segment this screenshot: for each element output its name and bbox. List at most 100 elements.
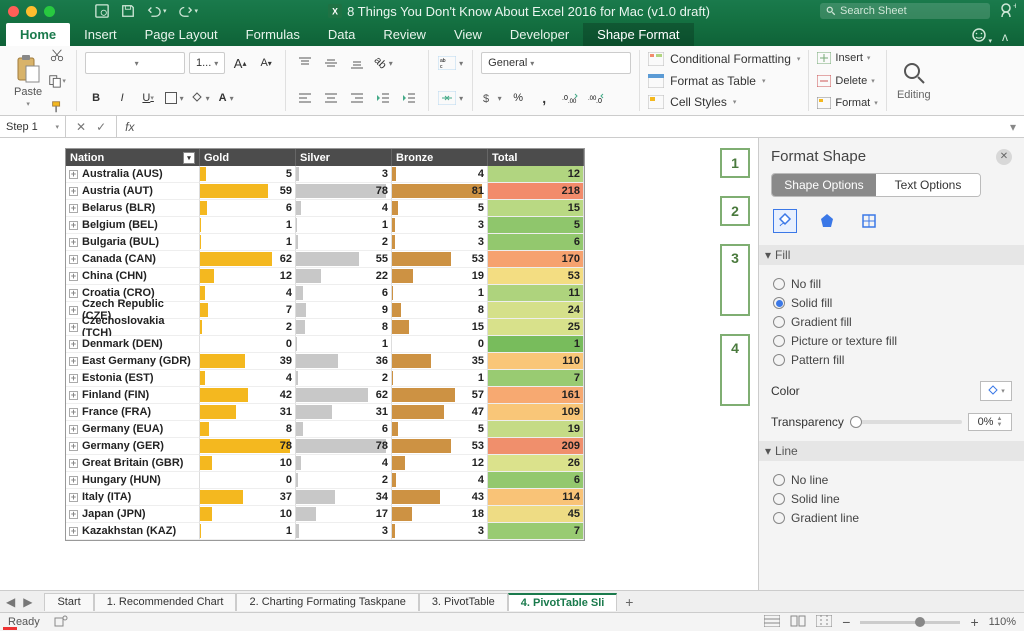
- slicer-step-1[interactable]: 1: [720, 148, 750, 178]
- size-properties-tab-icon[interactable]: [857, 209, 881, 233]
- share-icon[interactable]: +: [1000, 2, 1016, 21]
- line-section-header[interactable]: ▾Line: [759, 441, 1024, 461]
- header-gold[interactable]: Gold: [200, 149, 296, 166]
- maximize-window[interactable]: [44, 6, 55, 17]
- worksheet-area[interactable]: Nation▾ Gold Silver Bronze Total +Austra…: [0, 138, 758, 590]
- merge-cells-icon[interactable]: [437, 87, 464, 109]
- table-row[interactable]: +Italy (ITA)373443114: [66, 489, 584, 506]
- table-row[interactable]: +Canada (CAN)625553170: [66, 251, 584, 268]
- table-row[interactable]: +Austria (AUT)597881218: [66, 183, 584, 200]
- align-top-icon[interactable]: [294, 52, 316, 74]
- comma-icon[interactable]: ,: [533, 87, 555, 109]
- fill-section-header[interactable]: ▾Fill: [759, 245, 1024, 265]
- conditional-formatting-button[interactable]: Conditional Formatting: [670, 52, 791, 66]
- fill-option-solid-fill[interactable]: Solid fill: [773, 296, 1010, 310]
- tell-me-icon[interactable]: ▾: [971, 27, 992, 46]
- fill-color-button[interactable]: [189, 87, 211, 109]
- font-size-select[interactable]: 1...: [189, 52, 225, 74]
- number-format-select[interactable]: General: [481, 52, 631, 74]
- expand-icon[interactable]: +: [69, 221, 78, 230]
- expand-icon[interactable]: +: [69, 204, 78, 213]
- search-sheet-input[interactable]: Search Sheet: [820, 3, 990, 19]
- orientation-icon[interactable]: ab: [372, 52, 394, 74]
- table-row[interactable]: +East Germany (GDR)393635110: [66, 353, 584, 370]
- table-row[interactable]: +Germany (EUA)86519: [66, 421, 584, 438]
- sheet-tab[interactable]: 4. PivotTable Sli: [508, 593, 618, 611]
- ribbon-tab-view[interactable]: View: [440, 23, 496, 46]
- increase-font-icon[interactable]: A▴: [229, 52, 251, 74]
- transparency-slider[interactable]: [850, 420, 962, 424]
- copy-icon[interactable]: ▾: [46, 70, 68, 92]
- header-bronze[interactable]: Bronze: [392, 149, 488, 166]
- table-row[interactable]: +Czechoslovakia (TCH)281525: [66, 319, 584, 336]
- expand-icon[interactable]: +: [69, 476, 78, 485]
- italic-button[interactable]: I: [111, 87, 133, 109]
- align-bottom-icon[interactable]: [346, 52, 368, 74]
- align-left-icon[interactable]: [294, 87, 316, 109]
- expand-icon[interactable]: +: [69, 289, 78, 298]
- decrease-decimal-icon[interactable]: .00.0: [585, 87, 607, 109]
- macro-record-icon[interactable]: [54, 614, 68, 631]
- zoom-out-icon[interactable]: −: [842, 614, 850, 630]
- add-sheet-button[interactable]: +: [619, 594, 639, 610]
- autosave-icon[interactable]: [95, 4, 109, 18]
- close-window[interactable]: [8, 6, 19, 17]
- fill-option-gradient-fill[interactable]: Gradient fill: [773, 315, 1010, 329]
- scroll-tabs-right-icon[interactable]: ▶: [23, 595, 32, 609]
- increase-decimal-icon[interactable]: .0.00: [559, 87, 581, 109]
- expand-icon[interactable]: +: [69, 442, 78, 451]
- ribbon-tab-review[interactable]: Review: [369, 23, 440, 46]
- table-row[interactable]: +Australia (AUS)53412: [66, 166, 584, 183]
- align-middle-icon[interactable]: [320, 52, 342, 74]
- font-color-button[interactable]: A: [215, 87, 237, 109]
- delete-cells-button[interactable]: Delete: [835, 75, 867, 87]
- ribbon-tab-insert[interactable]: Insert: [70, 23, 131, 46]
- expand-icon[interactable]: +: [69, 306, 78, 315]
- expand-icon[interactable]: +: [69, 527, 78, 536]
- normal-view-icon[interactable]: [764, 615, 780, 630]
- expand-icon[interactable]: +: [69, 493, 78, 502]
- ribbon-tab-developer[interactable]: Developer: [496, 23, 583, 46]
- undo-icon[interactable]: ▾: [147, 4, 167, 18]
- table-row[interactable]: +China (CHN)12221953: [66, 268, 584, 285]
- expand-icon[interactable]: +: [69, 323, 78, 332]
- enter-formula-icon[interactable]: ✓: [96, 120, 106, 134]
- expand-icon[interactable]: +: [69, 391, 78, 400]
- fill-line-tab-icon[interactable]: [773, 209, 797, 233]
- expand-icon[interactable]: +: [69, 238, 78, 247]
- expand-formula-bar-icon[interactable]: ▾: [1002, 120, 1024, 134]
- header-total[interactable]: Total: [488, 149, 584, 166]
- table-row[interactable]: +Estonia (EST)4217: [66, 370, 584, 387]
- fill-color-picker[interactable]: ▾: [980, 381, 1012, 401]
- name-box[interactable]: Step 1▾: [0, 116, 66, 137]
- scroll-tabs-left-icon[interactable]: ◀: [6, 595, 15, 609]
- wrap-text-icon[interactable]: abc: [437, 52, 464, 74]
- redo-icon[interactable]: ▾: [179, 4, 199, 18]
- table-row[interactable]: +Great Britain (GBR)1041226: [66, 455, 584, 472]
- expand-icon[interactable]: +: [69, 255, 78, 264]
- ribbon-tab-shape-format[interactable]: Shape Format: [583, 23, 693, 46]
- fill-option-no-fill[interactable]: No fill: [773, 277, 1010, 291]
- bold-button[interactable]: B: [85, 87, 107, 109]
- line-option-no-line[interactable]: No line: [773, 473, 1010, 487]
- expand-icon[interactable]: +: [69, 272, 78, 281]
- fx-label[interactable]: fx: [117, 120, 142, 134]
- expand-icon[interactable]: +: [69, 340, 78, 349]
- decrease-indent-icon[interactable]: [372, 87, 394, 109]
- sheet-tab[interactable]: 1. Recommended Chart: [94, 593, 237, 611]
- cell-styles-button[interactable]: Cell Styles: [670, 95, 727, 109]
- increase-indent-icon[interactable]: [398, 87, 420, 109]
- ribbon-tab-formulas[interactable]: Formulas: [232, 23, 314, 46]
- tab-shape-options[interactable]: Shape Options: [772, 174, 876, 196]
- currency-icon[interactable]: $: [481, 87, 503, 109]
- table-row[interactable]: +France (FRA)313147109: [66, 404, 584, 421]
- cut-icon[interactable]: [46, 44, 68, 66]
- fill-option-picture-or-texture-fill[interactable]: Picture or texture fill: [773, 334, 1010, 348]
- table-row[interactable]: +Belarus (BLR)64515: [66, 200, 584, 217]
- pivot-table[interactable]: Nation▾ Gold Silver Bronze Total +Austra…: [65, 148, 585, 541]
- zoom-slider[interactable]: [860, 621, 960, 624]
- slicer-step-4[interactable]: 4: [720, 334, 750, 406]
- collapse-ribbon-icon[interactable]: ʌ: [1002, 30, 1008, 44]
- sheet-tab[interactable]: 2. Charting Formating Taskpane: [236, 593, 418, 611]
- table-row[interactable]: +Japan (JPN)10171845: [66, 506, 584, 523]
